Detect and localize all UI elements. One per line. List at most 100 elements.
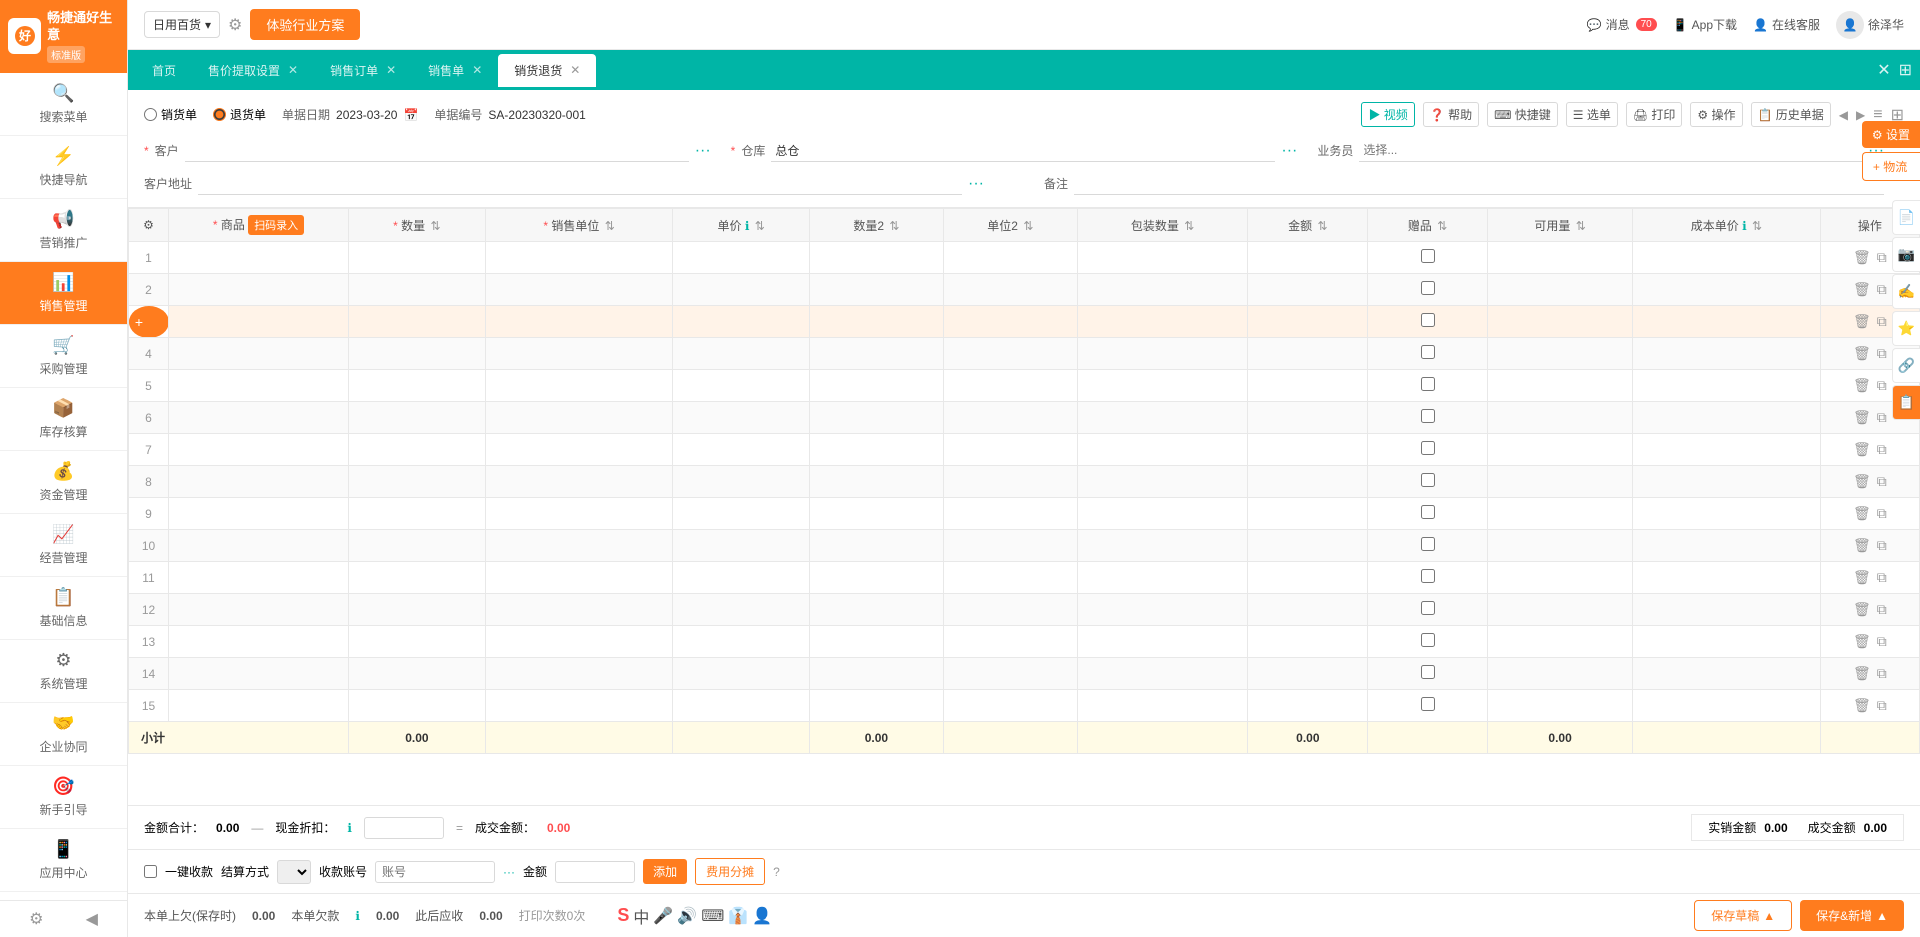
sidebar-item-basic[interactable]: 📋 基础信息	[0, 577, 127, 640]
available-cell[interactable]	[1487, 306, 1632, 338]
float-btn-star[interactable]: ⭐	[1892, 311, 1920, 346]
copy-row-btn[interactable]: ⧉	[1877, 345, 1887, 362]
gift-checkbox[interactable]	[1421, 473, 1435, 487]
customer-input[interactable]	[185, 139, 689, 162]
qty-sort-icon[interactable]: ⇅	[431, 219, 441, 233]
messages-btn[interactable]: 💬 消息 70	[1587, 16, 1657, 33]
qty-cell[interactable]	[349, 242, 486, 274]
tab-close-all-btn[interactable]: ✕	[1877, 60, 1890, 80]
sidebar-item-marketing[interactable]: 📢 营销推广	[0, 199, 127, 262]
gift-checkbox[interactable]	[1421, 537, 1435, 551]
gift-checkbox[interactable]	[1421, 633, 1435, 647]
customer-select-btn[interactable]: ···	[695, 142, 711, 160]
sidebar-item-purchase[interactable]: 🛒 采购管理	[0, 325, 127, 388]
delete-row-btn[interactable]: 🗑	[1853, 665, 1871, 682]
delete-row-btn[interactable]: 🗑	[1853, 377, 1871, 394]
add-payment-btn[interactable]: 添加	[643, 859, 687, 884]
delete-row-btn[interactable]: 🗑	[1853, 281, 1871, 298]
price-cell[interactable]	[673, 274, 810, 306]
gift-cell[interactable]	[1368, 306, 1488, 338]
tab-sales[interactable]: 销售单 ✕	[412, 54, 498, 87]
delete-row-btn[interactable]: 🗑	[1853, 505, 1871, 522]
float-btn-doc[interactable]: 📄	[1892, 200, 1920, 235]
sidebar-collapse-btn[interactable]: ◀	[86, 909, 98, 929]
sidebar-settings-btn[interactable]: ⚙	[29, 909, 43, 929]
gift-checkbox[interactable]	[1421, 505, 1435, 519]
delete-row-btn[interactable]: 🗑	[1853, 569, 1871, 586]
app-download-btn[interactable]: 📱 App下载	[1673, 16, 1737, 33]
goods-input-active[interactable]	[175, 315, 342, 329]
gift-checkbox[interactable]	[1421, 313, 1435, 327]
gift-checkbox[interactable]	[1421, 665, 1435, 679]
gift-checkbox[interactable]	[1421, 697, 1435, 711]
available-sort-icon[interactable]: ⇅	[1576, 219, 1586, 233]
amount-dots[interactable]: ···	[503, 865, 515, 879]
copy-row-btn[interactable]: ⧉	[1877, 537, 1887, 554]
topbar-gear-icon[interactable]: ⚙	[228, 15, 242, 35]
pkg-qty-cell[interactable]	[1077, 274, 1248, 306]
qty-cell[interactable]	[349, 306, 486, 338]
gift-checkbox[interactable]	[1421, 377, 1435, 391]
video-btn[interactable]: ▶ 视频	[1361, 102, 1414, 127]
sidebar-item-operations[interactable]: 📈 经营管理	[0, 514, 127, 577]
goods-cell[interactable]	[169, 306, 349, 338]
sidebar-item-shortcut[interactable]: ⚡ 快捷导航	[0, 136, 127, 199]
available-cell[interactable]	[1487, 274, 1632, 306]
tab-sales-close[interactable]: ✕	[472, 63, 482, 77]
copy-row-btn[interactable]: ⧉	[1877, 281, 1887, 298]
delete-row-btn[interactable]: 🗑	[1853, 313, 1871, 330]
gift-checkbox[interactable]	[1421, 569, 1435, 583]
radio-sales-input[interactable]	[144, 108, 157, 121]
sidebar-item-inventory[interactable]: 📦 库存核算	[0, 388, 127, 451]
sidebar-item-search[interactable]: 🔍 搜索菜单	[0, 73, 127, 136]
qty2-cell[interactable]	[809, 306, 943, 338]
price-cell[interactable]	[673, 306, 810, 338]
sidebar-item-wechat[interactable]: 💬 企业微信	[0, 892, 127, 900]
amount-input[interactable]	[555, 861, 635, 883]
amount-sort-icon[interactable]: ⇅	[1317, 219, 1327, 233]
pkg-sort-icon[interactable]: ⇅	[1184, 219, 1194, 233]
calendar-icon[interactable]: 📅	[403, 108, 418, 122]
copy-row-btn[interactable]: ⧉	[1877, 473, 1887, 490]
print-btn[interactable]: 🖨 打印	[1626, 102, 1683, 127]
discount-input[interactable]	[364, 817, 444, 839]
price-cell[interactable]	[673, 242, 810, 274]
sidebar-item-finance[interactable]: 💰 资金管理	[0, 451, 127, 514]
delete-row-btn[interactable]: 🗑	[1853, 441, 1871, 458]
delete-row-btn[interactable]: 🗑	[1853, 409, 1871, 426]
history-btn[interactable]: 📋 历史单据	[1751, 102, 1831, 127]
gift-checkbox[interactable]	[1421, 345, 1435, 359]
copy-row-btn[interactable]: ⧉	[1877, 377, 1887, 394]
sidebar-item-enterprise[interactable]: 🤝 企业协同	[0, 703, 127, 766]
qty2-cell[interactable]	[809, 242, 943, 274]
gift-checkbox[interactable]	[1421, 601, 1435, 615]
pkg-qty-cell[interactable]	[1077, 242, 1248, 274]
pkg-qty-cell[interactable]	[1077, 306, 1248, 338]
trial-btn[interactable]: 体验行业方案	[250, 9, 360, 40]
copy-row-btn[interactable]: ⧉	[1877, 569, 1887, 586]
unit-cell[interactable]	[485, 306, 673, 338]
delete-row-btn[interactable]: 🗑	[1853, 345, 1871, 362]
th-settings[interactable]: ⚙	[129, 209, 169, 242]
tab-sales-order-close[interactable]: ✕	[386, 63, 396, 77]
copy-row-btn[interactable]: ⧉	[1877, 633, 1887, 650]
sidebar-item-sales[interactable]: 📊 销售管理	[0, 262, 127, 325]
remark-input[interactable]	[1074, 172, 1884, 195]
account-input[interactable]	[375, 861, 495, 883]
one-click-payment-checkbox[interactable]	[144, 865, 157, 878]
copy-row-btn[interactable]: ⧉	[1877, 409, 1887, 426]
help-btn[interactable]: ❓ 帮助	[1423, 102, 1479, 127]
available-cell[interactable]	[1487, 242, 1632, 274]
unit-sort-icon[interactable]: ⇅	[605, 219, 615, 233]
customer-addr-select-btn[interactable]: ···	[968, 175, 984, 193]
qty2-sort-icon[interactable]: ⇅	[889, 219, 899, 233]
delete-row-btn[interactable]: 🗑	[1853, 249, 1871, 266]
tab-price-settings-close[interactable]: ✕	[288, 63, 298, 77]
unit2-sort-icon[interactable]: ⇅	[1023, 219, 1033, 233]
float-btn-link[interactable]: 🔗	[1892, 348, 1920, 383]
select-btn[interactable]: ☰ 选单	[1566, 102, 1618, 127]
shortcut-btn[interactable]: ⌨ 快捷键	[1487, 102, 1558, 127]
delete-row-btn[interactable]: 🗑	[1853, 601, 1871, 618]
gift-cell[interactable]	[1368, 242, 1488, 274]
tab-price-settings[interactable]: 售价提取设置 ✕	[192, 54, 314, 87]
